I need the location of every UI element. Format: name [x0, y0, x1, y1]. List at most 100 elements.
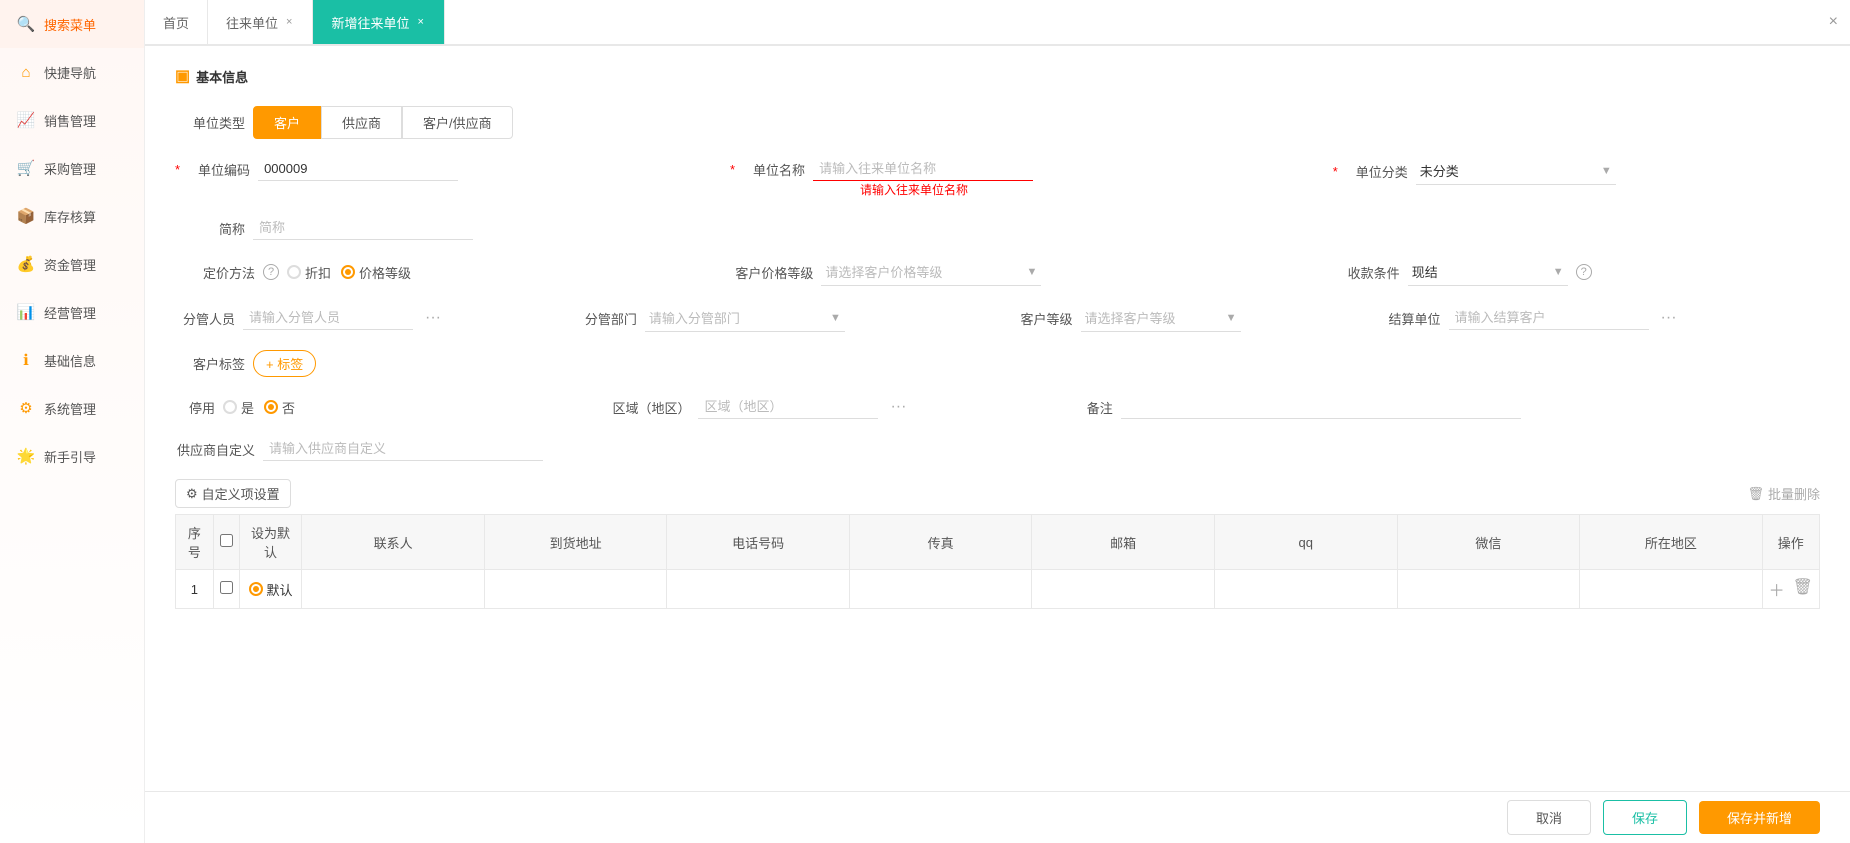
phone-input[interactable] [673, 578, 843, 601]
sidebar-item-system[interactable]: ⚙ 系统管理 [0, 384, 144, 432]
save-add-button[interactable]: 保存并新增 [1699, 801, 1820, 834]
settlement-unit-field: 结算单位 ··· [1381, 306, 1820, 330]
payment-terms-label: 收款条件 [1340, 263, 1400, 282]
bulk-delete-label: 批量删除 [1768, 484, 1820, 503]
unit-type-customer[interactable]: 客户 [253, 106, 321, 139]
disabled-radio-yes[interactable]: 是 [223, 398, 254, 417]
cell-default: 默认 [239, 570, 302, 609]
short-name-input[interactable] [253, 216, 473, 240]
default-label: 默认 [267, 580, 293, 599]
region-input[interactable] [698, 395, 878, 419]
pricing-option-discount: 折扣 [305, 263, 331, 282]
customer-price-select[interactable]: 请选择客户价格等级 ▼ [821, 258, 1041, 286]
dept-select[interactable]: 请输入分管部门 ▼ [645, 304, 845, 332]
row-checkbox[interactable] [220, 581, 233, 594]
supplier-custom-input[interactable] [263, 437, 543, 461]
bulk-delete-button[interactable]: 🗑 批量删除 [1747, 484, 1820, 503]
disabled-field: 停用 是 否 [175, 398, 580, 417]
remark-input[interactable] [1121, 395, 1521, 419]
customer-price-placeholder: 请选择客户价格等级 [825, 262, 1022, 281]
address-input[interactable] [491, 578, 661, 601]
fax-input[interactable] [856, 578, 1026, 601]
cell-phone[interactable] [667, 570, 850, 609]
region-more[interactable]: ··· [886, 398, 910, 416]
disabled-radio-no[interactable]: 否 [264, 398, 295, 417]
unit-name-input[interactable] [813, 157, 1033, 181]
payment-terms-field: 收款条件 现结 ▼ ? [1340, 258, 1820, 286]
save-button[interactable]: 保存 [1603, 800, 1687, 835]
settlement-more[interactable]: ··· [1657, 309, 1681, 327]
row-region-input[interactable] [1586, 578, 1756, 601]
sidebar-item-search[interactable]: 🔍 搜索菜单 [0, 0, 144, 48]
customer-price-chevron: ▼ [1026, 266, 1037, 278]
unit-type-both[interactable]: 客户/供应商 [402, 106, 513, 139]
tab-new-partner[interactable]: 新增往来单位 × [313, 0, 444, 44]
sidebar-item-guide[interactable]: 🌟 新手引导 [0, 432, 144, 480]
manager-input[interactable] [243, 306, 413, 330]
table-row: 1 默认 [176, 570, 1820, 609]
tab-bar: 首页 往来单位 × 新增往来单位 × × [145, 0, 1850, 46]
sidebar-item-sales[interactable]: 📈 销售管理 [0, 96, 144, 144]
col-action: 操作 [1762, 515, 1819, 570]
search-icon: 🔍 [16, 14, 36, 34]
add-tag-button[interactable]: + 标签 [253, 350, 316, 377]
add-row-btn[interactable]: ＋ [1769, 577, 1785, 601]
qq-input[interactable] [1221, 578, 1391, 601]
supplier-custom-row: 供应商自定义 [175, 437, 1820, 461]
tab-partner[interactable]: 往来单位 × [208, 0, 313, 44]
name-required: * [730, 162, 735, 177]
payment-terms-chevron: ▼ [1553, 266, 1564, 278]
default-radio[interactable] [249, 582, 263, 596]
sidebar-item-operation[interactable]: 📊 经营管理 [0, 288, 144, 336]
unit-type-supplier[interactable]: 供应商 [321, 106, 402, 139]
wechat-input[interactable] [1404, 578, 1574, 601]
cell-seq: 1 [176, 570, 214, 609]
cancel-button[interactable]: 取消 [1507, 800, 1591, 835]
unit-category-select[interactable]: 未分类 ▼ [1416, 157, 1616, 185]
customer-tag-field: 客户标签 + 标签 [175, 350, 1820, 377]
payment-terms-select[interactable]: 现结 ▼ [1408, 258, 1568, 286]
disabled-radio-group: 是 否 [223, 398, 295, 417]
sidebar-item-inventory[interactable]: 📦 库存核算 [0, 192, 144, 240]
sidebar-item-finance[interactable]: 💰 资金管理 [0, 240, 144, 288]
customer-level-field: 客户等级 请选择客户等级 ▼ [1013, 304, 1351, 332]
main-area: 首页 往来单位 × 新增往来单位 × × ▣ 基本信息 单位类型 客户 供应商 [145, 0, 1850, 843]
dept-chevron: ▼ [830, 312, 841, 324]
tab-partner-close[interactable]: × [284, 14, 294, 30]
close-all-tabs[interactable]: × [1817, 0, 1850, 44]
cell-fax[interactable] [849, 570, 1032, 609]
table-section: ⚙ 自定义项设置 🗑 批量删除 序号 设为默认 联系人 到货地址 电话 [175, 479, 1820, 609]
sidebar-item-basic[interactable]: ℹ 基础信息 [0, 336, 144, 384]
pricing-radio-level[interactable]: 价格等级 [341, 263, 411, 282]
cell-qq[interactable] [1214, 570, 1397, 609]
payment-help-icon[interactable]: ? [1576, 264, 1592, 280]
sidebar-item-purchase[interactable]: 🛒 采购管理 [0, 144, 144, 192]
pricing-radio-discount[interactable]: 折扣 [287, 263, 331, 282]
manager-more[interactable]: ··· [421, 309, 445, 327]
cell-region[interactable] [1580, 570, 1763, 609]
disabled-label: 停用 [175, 398, 215, 417]
tab-home[interactable]: 首页 [145, 0, 208, 44]
contact-input[interactable] [308, 578, 478, 601]
custom-settings-button[interactable]: ⚙ 自定义项设置 [175, 479, 291, 508]
unit-category-value: 未分类 [1420, 161, 1597, 180]
cell-action: ＋ 🗑 [1762, 570, 1819, 609]
cell-wechat[interactable] [1397, 570, 1580, 609]
cell-email[interactable] [1032, 570, 1215, 609]
col-region: 所在地区 [1580, 515, 1763, 570]
tab-partner-label: 往来单位 [226, 13, 278, 32]
tab-new-partner-close[interactable]: × [415, 14, 425, 30]
sidebar-item-nav[interactable]: ⌂ 快捷导航 [0, 48, 144, 96]
cell-contact[interactable] [302, 570, 485, 609]
pricing-help-icon[interactable]: ? [263, 264, 279, 280]
sales-icon: 📈 [16, 110, 36, 130]
unit-code-input[interactable] [258, 157, 458, 181]
remark-label: 备注 [1083, 398, 1113, 417]
sidebar-label-inventory: 库存核算 [44, 207, 96, 226]
customer-level-select[interactable]: 请选择客户等级 ▼ [1081, 304, 1241, 332]
delete-row-btn[interactable]: 🗑 [1793, 577, 1813, 601]
select-all-checkbox[interactable] [220, 534, 233, 547]
cell-address[interactable] [484, 570, 667, 609]
email-input[interactable] [1038, 578, 1208, 601]
settlement-unit-input[interactable] [1449, 306, 1649, 330]
